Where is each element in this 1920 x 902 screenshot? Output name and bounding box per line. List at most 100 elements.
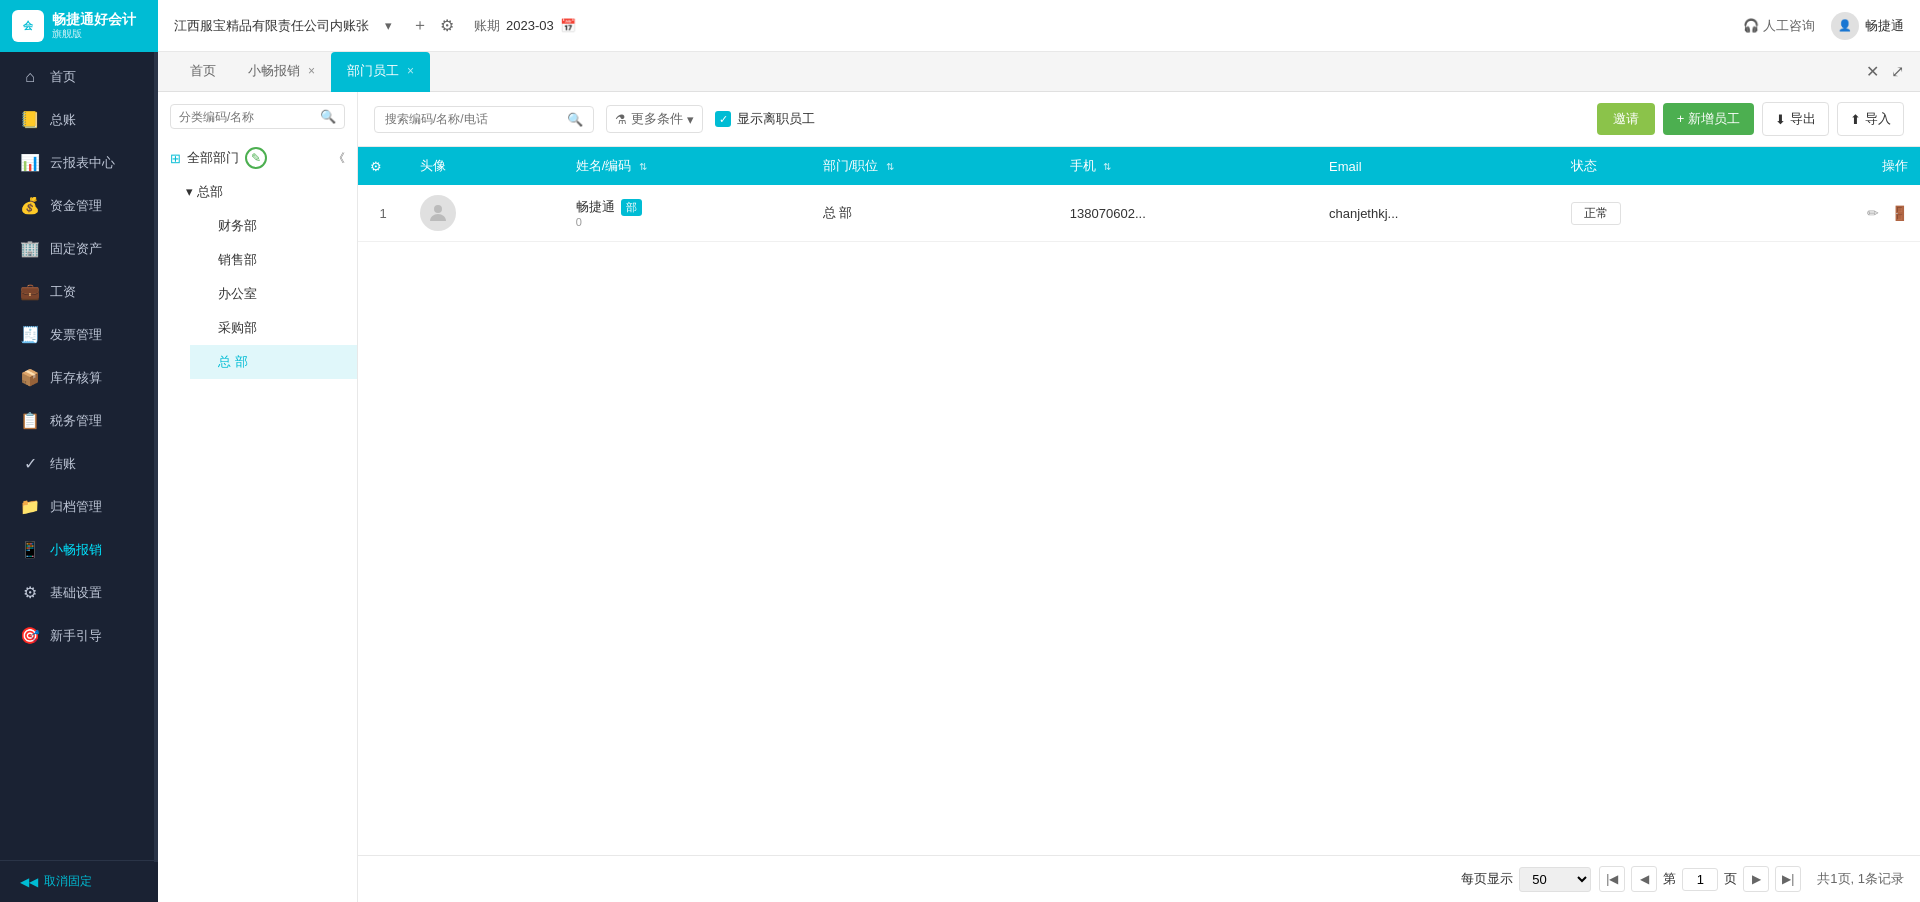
sidebar-label-inventory: 库存核算 bbox=[50, 369, 102, 387]
cancel-fixed-button[interactable]: ◀◀ 取消固定 bbox=[0, 860, 158, 902]
page-last-button[interactable]: ▶| bbox=[1775, 866, 1801, 892]
salary-icon: 💼 bbox=[20, 282, 40, 301]
col-name[interactable]: 姓名/编码 ⇅ bbox=[564, 147, 811, 185]
topbar-settings-icon[interactable]: ⚙ bbox=[440, 16, 454, 35]
show-resigned-checkbox[interactable]: ✓ bbox=[715, 111, 731, 127]
col-avatar: 头像 bbox=[408, 147, 564, 185]
edit-employee-button[interactable]: ✏ bbox=[1867, 205, 1879, 221]
avatar: 👤 bbox=[1831, 12, 1859, 40]
collapse-panel-icon[interactable]: 《 bbox=[333, 150, 345, 167]
show-resigned-toggle[interactable]: ✓ 显示离职员工 bbox=[715, 110, 815, 128]
col-settings[interactable]: ⚙ bbox=[358, 147, 408, 185]
sidebar-label-reports: 云报表中心 bbox=[50, 154, 115, 172]
logout-employee-button[interactable]: 🚪 bbox=[1891, 205, 1908, 221]
dept-item-hq[interactable]: 总 部 bbox=[190, 345, 357, 379]
sidebar-item-funds[interactable]: 💰 资金管理 bbox=[0, 184, 158, 227]
dept-item-purchase[interactable]: 采购部 bbox=[190, 311, 357, 345]
page-prev-button[interactable]: ◀ bbox=[1631, 866, 1657, 892]
invite-button[interactable]: 邀请 bbox=[1597, 103, 1655, 135]
dept-group-root: ▾ 总部 财务部 销售部 办公室 采购部 总 部 bbox=[158, 175, 357, 379]
dept-item-finance[interactable]: 财务部 bbox=[190, 209, 357, 243]
col-status: 状态 bbox=[1559, 147, 1751, 185]
dept-search-box[interactable]: 🔍 bbox=[170, 104, 345, 129]
col-dept[interactable]: 部门/职位 ⇅ bbox=[811, 147, 1058, 185]
name-badge: 畅捷通 部 bbox=[576, 198, 799, 216]
sidebar-item-home[interactable]: ⌂ 首页 bbox=[0, 56, 158, 98]
logo-text: 畅捷通好会计 旗舰版 bbox=[52, 11, 136, 42]
employee-search-box[interactable]: 🔍 bbox=[374, 106, 594, 133]
sidebar-label-settlement: 结账 bbox=[50, 455, 76, 473]
employee-table: ⚙ 头像 姓名/编码 ⇅ 部门/职位 ⇅ 手机 ⇅ Email 状态 操作 bbox=[358, 147, 1920, 242]
dept-children: 财务部 销售部 办公室 采购部 总 部 bbox=[174, 209, 357, 379]
tab-home[interactable]: 首页 bbox=[174, 52, 232, 92]
table-settings-icon[interactable]: ⚙ bbox=[370, 159, 382, 174]
page-next-button[interactable]: ▶ bbox=[1743, 866, 1769, 892]
sidebar-item-tax[interactable]: 📋 税务管理 bbox=[0, 399, 158, 442]
per-page-selector: 每页显示 20 50 100 bbox=[1461, 867, 1591, 892]
edit-dept-button[interactable]: ✎ bbox=[245, 147, 267, 169]
sidebar-item-expense[interactable]: 📱 小畅报销 bbox=[0, 528, 158, 571]
user-profile[interactable]: 👤 畅捷通 bbox=[1831, 12, 1904, 40]
col-phone[interactable]: 手机 ⇅ bbox=[1058, 147, 1317, 185]
sidebar-label-funds: 资金管理 bbox=[50, 197, 102, 215]
topbar: 江西服宝精品有限责任公司内账张 ▾ ＋ ⚙ 账期 2023-03 📅 🎧 人工咨… bbox=[158, 0, 1920, 52]
funds-icon: 💰 bbox=[20, 196, 40, 215]
expand-tabs-button[interactable]: ⤢ bbox=[1891, 62, 1904, 81]
sidebar: 会 畅捷通好会计 旗舰版 ⌂ 首页 📒 总账 📊 云报表中心 💰 资金管理 🏢 … bbox=[0, 0, 158, 902]
add-employee-button[interactable]: + 新增员工 bbox=[1663, 103, 1754, 135]
all-dept-header[interactable]: ⊞ 全部部门 ✎ 《 bbox=[158, 141, 357, 175]
dept-search-input[interactable] bbox=[179, 110, 314, 124]
logo-icon: 会 bbox=[12, 10, 44, 42]
page-label-prefix: 第 bbox=[1663, 870, 1676, 888]
tab-dept-employee[interactable]: 部门员工 × bbox=[331, 52, 430, 92]
calendar-icon[interactable]: 📅 bbox=[560, 18, 576, 33]
sidebar-item-guide[interactable]: 🎯 新手引导 bbox=[0, 614, 158, 657]
row-dept-cell: 总 部 bbox=[811, 185, 1058, 242]
sidebar-item-archive[interactable]: 📁 归档管理 bbox=[0, 485, 158, 528]
close-all-tabs-button[interactable]: ✕ bbox=[1866, 62, 1879, 81]
export-button[interactable]: ⬇ 导出 bbox=[1762, 102, 1829, 136]
dept-root-label[interactable]: ▾ 总部 bbox=[174, 175, 357, 209]
search-icon[interactable]: 🔍 bbox=[567, 112, 583, 127]
avatar bbox=[420, 195, 456, 231]
pagination: 每页显示 20 50 100 |◀ ◀ 第 页 ▶ ▶| 共1页, 1条 bbox=[358, 855, 1920, 902]
add-tab-button[interactable]: ＋ bbox=[412, 15, 428, 36]
per-page-select[interactable]: 20 50 100 bbox=[1519, 867, 1591, 892]
sidebar-item-invoice[interactable]: 🧾 发票管理 bbox=[0, 313, 158, 356]
row-email-cell: chanjethkj... bbox=[1317, 185, 1559, 242]
tab-dept-close[interactable]: × bbox=[407, 64, 414, 78]
headset-icon: 🎧 bbox=[1743, 18, 1759, 33]
page-first-button[interactable]: |◀ bbox=[1599, 866, 1625, 892]
tab-expense[interactable]: 小畅报销 × bbox=[232, 52, 331, 92]
employee-table-container: ⚙ 头像 姓名/编码 ⇅ 部门/职位 ⇅ 手机 ⇅ Email 状态 操作 bbox=[358, 147, 1920, 855]
sidebar-item-settlement[interactable]: ✓ 结账 bbox=[0, 442, 158, 485]
import-button[interactable]: ⬆ 导入 bbox=[1837, 102, 1904, 136]
page-input[interactable] bbox=[1682, 868, 1718, 891]
tab-expense-close[interactable]: × bbox=[308, 64, 315, 78]
sidebar-item-reports[interactable]: 📊 云报表中心 bbox=[0, 141, 158, 184]
sidebar-item-salary[interactable]: 💼 工资 bbox=[0, 270, 158, 313]
status-badge: 正常 bbox=[1571, 202, 1621, 225]
per-page-label: 每页显示 bbox=[1461, 870, 1513, 888]
pin-icon: ◀◀ bbox=[20, 875, 38, 889]
sidebar-item-assets[interactable]: 🏢 固定资产 bbox=[0, 227, 158, 270]
row-action-icons: ✏ 🚪 bbox=[1763, 205, 1908, 221]
sidebar-item-inventory[interactable]: 📦 库存核算 bbox=[0, 356, 158, 399]
sidebar-nav: ⌂ 首页 📒 总账 📊 云报表中心 💰 资金管理 🏢 固定资产 💼 工资 🧾 发… bbox=[0, 52, 158, 860]
dropdown-icon[interactable]: ▾ bbox=[385, 18, 392, 33]
export-label: 导出 bbox=[1790, 110, 1816, 128]
row-status-cell: 正常 bbox=[1559, 185, 1751, 242]
guide-icon: 🎯 bbox=[20, 626, 40, 645]
sidebar-item-settings[interactable]: ⚙ 基础设置 bbox=[0, 571, 158, 614]
dept-item-sales[interactable]: 销售部 bbox=[190, 243, 357, 277]
dept-item-office[interactable]: 办公室 bbox=[190, 277, 357, 311]
sidebar-item-general-ledger[interactable]: 📒 总账 bbox=[0, 98, 158, 141]
reports-icon: 📊 bbox=[20, 153, 40, 172]
employee-table-body: 1 畅捷通 部 0 bbox=[358, 185, 1920, 242]
employee-search-input[interactable] bbox=[385, 112, 561, 126]
row-avatar-cell bbox=[408, 185, 564, 242]
dept-search-icon[interactable]: 🔍 bbox=[320, 109, 336, 124]
more-conditions-button[interactable]: ⚗ 更多条件 ▾ bbox=[606, 105, 703, 133]
right-panel: 🔍 ⚗ 更多条件 ▾ ✓ 显示离职员工 邀请 + 新增员工 ⬇ 导出 bbox=[358, 92, 1920, 902]
support-button[interactable]: 🎧 人工咨询 bbox=[1743, 17, 1815, 35]
